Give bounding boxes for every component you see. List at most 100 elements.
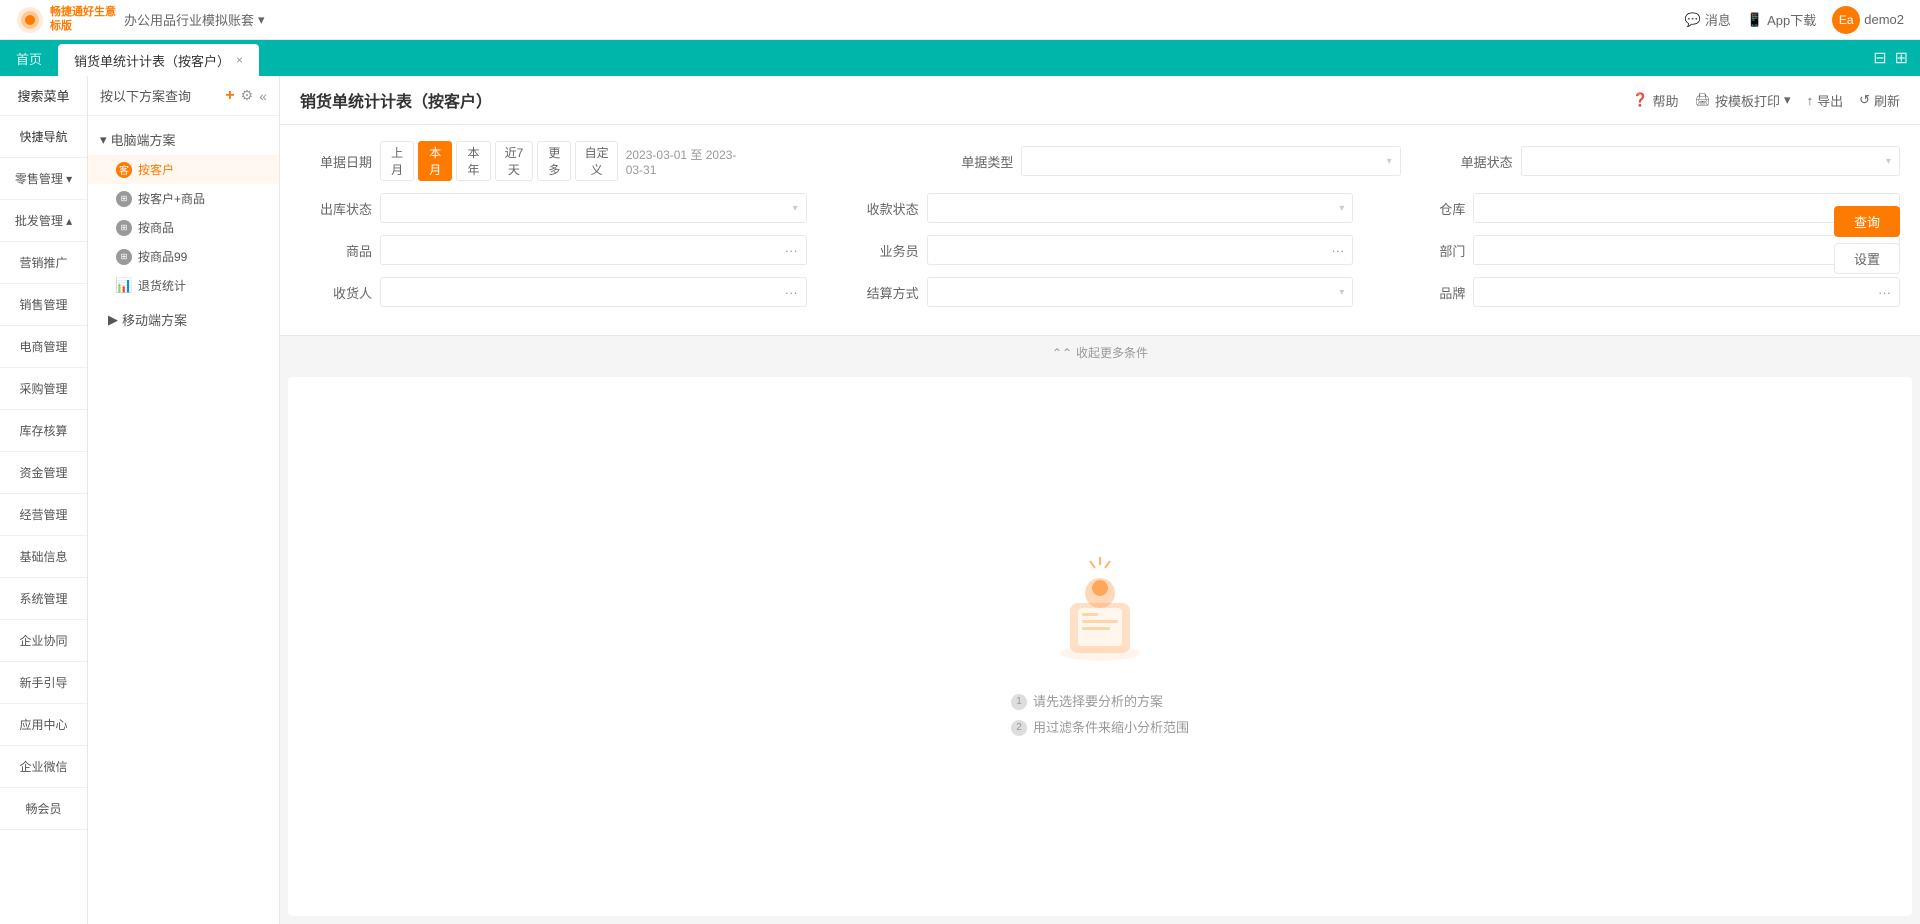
main-content: 销货单统计计表（按客户） ❓ 帮助 🖨 按模板打印 ▾	[280, 76, 1920, 924]
tree-group-desktop-header[interactable]: ▾ 电脑端方案	[88, 124, 279, 155]
tab-minimize-icon[interactable]: ⊟	[1873, 48, 1886, 68]
sidebar-item-member[interactable]: 畅会员	[0, 788, 87, 830]
tree-item-customer[interactable]: 客 按客户	[88, 155, 279, 184]
sidebar-item-sales[interactable]: 销售管理	[0, 284, 87, 326]
collapse-bar[interactable]: ⌃⌃ 收起更多条件	[280, 335, 1920, 369]
settlement-select[interactable]: ▾	[927, 277, 1354, 307]
empty-tip-2: 2 用过滤条件来缩小分析范围	[1011, 715, 1189, 741]
tree-item-return[interactable]: 📊 退货统计	[88, 271, 279, 300]
salesperson-select[interactable]: ···	[927, 235, 1354, 265]
export-btn[interactable]: ↑ 导出	[1807, 91, 1844, 110]
main-layout: 搜索菜单 快捷导航 零售管理 ▾ 批发管理 ▴ 营销推广 销售管理 电商管理 采…	[0, 76, 1920, 924]
print-chevron-icon: ▾	[1784, 92, 1791, 108]
sidebar-item-appstore[interactable]: 应用中心	[0, 704, 87, 746]
tree-item-customer-product[interactable]: ⊞ 按客户+商品	[88, 184, 279, 213]
warehouse-label: 仓库	[1393, 199, 1473, 218]
date-btn-custom[interactable]: 自定义	[575, 141, 617, 181]
product-select[interactable]: ···	[380, 235, 807, 265]
print-btn[interactable]: 🖨 按模板打印 ▾	[1695, 91, 1791, 110]
sidebar-item-wechat[interactable]: 企业微信	[0, 746, 87, 788]
user-menu[interactable]: Ea demo2	[1832, 6, 1904, 34]
order-status-label: 单据状态	[1441, 152, 1521, 171]
tree-item-product99[interactable]: ⊞ 按商品99	[88, 242, 279, 271]
empty-tips: 1 请先选择要分析的方案 2 用过滤条件来缩小分析范围	[1011, 689, 1189, 741]
help-btn[interactable]: ❓ 帮助	[1632, 91, 1678, 110]
app-download-action[interactable]: 📱 App下载	[1747, 10, 1816, 29]
print-icon: 🖨	[1695, 92, 1712, 108]
tree-group-mobile-header[interactable]: ▶ 移动端方案	[88, 304, 279, 335]
empty-illustration	[1040, 553, 1160, 673]
sidebar-item-retail[interactable]: 零售管理 ▾	[0, 158, 87, 200]
sidebar-item-marketing[interactable]: 营销推广	[0, 242, 87, 284]
product-icon: ⊞	[116, 220, 132, 236]
sidebar-item-basic[interactable]: 基础信息	[0, 536, 87, 578]
brand-label: 品牌	[1393, 283, 1473, 302]
sidebar-item-finance[interactable]: 资金管理	[0, 452, 87, 494]
receiver-label: 收货人	[300, 283, 380, 302]
customer-icon: 客	[116, 162, 132, 178]
sidebar-item-newguide[interactable]: 新手引导	[0, 662, 87, 704]
query-button[interactable]: 查询	[1834, 206, 1900, 237]
tree-item-product[interactable]: ⊞ 按商品	[88, 213, 279, 242]
tab-expand-icon[interactable]: ⊞	[1895, 48, 1908, 68]
payment-label: 收款状态	[847, 199, 927, 218]
sidebar-item-quicknav[interactable]: 快捷导航	[0, 116, 87, 158]
return-chart-icon: 📊	[116, 278, 132, 294]
scheme-collapse-icon[interactable]: «	[259, 88, 267, 104]
tree-group-mobile: ▶ 移动端方案	[88, 304, 279, 335]
refresh-btn[interactable]: ↺ 刷新	[1859, 91, 1900, 110]
salesperson-label: 业务员	[847, 241, 927, 260]
query-actions: 查询 设置	[1834, 206, 1900, 274]
message-action[interactable]: 💬 消息	[1685, 10, 1731, 29]
order-status-chevron-icon: ▾	[1886, 156, 1891, 167]
settlement-label: 结算方式	[847, 283, 927, 302]
receiver-dots[interactable]: ···	[785, 285, 798, 300]
scheme-add-icon[interactable]: +	[225, 87, 234, 105]
logo-icon	[16, 6, 44, 34]
product-dots[interactable]: ···	[785, 243, 798, 258]
download-icon: 📱	[1747, 12, 1763, 28]
date-btn-thisyear[interactable]: 本年	[456, 141, 490, 181]
delivery-select[interactable]: ▾	[380, 193, 807, 223]
payment-chevron-icon: ▾	[1339, 203, 1344, 214]
salesperson-dots[interactable]: ···	[1331, 243, 1344, 258]
tab-close-icon[interactable]: ×	[236, 53, 243, 67]
scheme-tree: ▾ 电脑端方案 客 按客户 ⊞ 按客户+商品 ⊞ 按商品	[88, 116, 279, 924]
tab-current[interactable]: 销货单统计计表（按客户） ×	[58, 44, 259, 76]
date-btn-more[interactable]: 更多	[537, 141, 571, 181]
sidebar-item-purchase[interactable]: 采购管理	[0, 368, 87, 410]
sidebar-item-wholesale[interactable]: 批发管理 ▴	[0, 200, 87, 242]
tree-group-desktop: ▾ 电脑端方案 客 按客户 ⊞ 按客户+商品 ⊞ 按商品	[88, 124, 279, 300]
industry-selector[interactable]: 办公用品行业模拟账套 ▾	[124, 10, 265, 29]
filter-area: 单据日期 上月 本月 本年 近7天 更多 自定义 2023-03-01 至 20…	[280, 125, 1920, 335]
sidebar-item-operation[interactable]: 经营管理	[0, 494, 87, 536]
sidebar-item-inventory[interactable]: 库存核算	[0, 410, 87, 452]
date-label: 单据日期	[300, 152, 380, 171]
brand-select[interactable]: ···	[1473, 277, 1900, 307]
settings-button[interactable]: 设置	[1834, 243, 1900, 274]
settlement-chevron-icon: ▾	[1339, 287, 1344, 298]
date-range-text: 2023-03-01 至 2023-03-31	[626, 146, 742, 177]
tab-bar: 首页 销货单统计计表（按客户） × ⊟ ⊞	[0, 40, 1920, 76]
tab-home[interactable]: 首页	[0, 40, 58, 76]
scheme-panel-title: 按以下方案查询	[100, 86, 191, 105]
payment-select[interactable]: ▾	[927, 193, 1354, 223]
sidebar-item-system[interactable]: 系统管理	[0, 578, 87, 620]
filter-row-4: 收货人 ··· 结算方式 ▾ 品牌	[300, 277, 1900, 307]
date-btn-lastmonth[interactable]: 上月	[380, 141, 414, 181]
brand-dots[interactable]: ···	[1878, 285, 1891, 300]
filter-container: 销货单统计计表（按客户） ❓ 帮助 🖨 按模板打印 ▾	[280, 76, 1920, 335]
help-icon: ❓	[1632, 92, 1648, 108]
sidebar-item-search[interactable]: 搜索菜单	[0, 76, 87, 116]
scheme-edit-icon[interactable]: ⚙	[241, 87, 254, 104]
receiver-select[interactable]: ···	[380, 277, 807, 307]
order-type-select[interactable]: ▾	[1021, 146, 1400, 176]
sidebar-item-ecommerce[interactable]: 电商管理	[0, 326, 87, 368]
scheme-panel-actions: + ⚙ «	[225, 87, 267, 105]
order-status-select[interactable]: ▾	[1521, 146, 1900, 176]
date-control: 上月 本月 本年 近7天 更多 自定义 2023-03-01 至 2023-03…	[380, 141, 741, 181]
date-btn-thismonth[interactable]: 本月	[418, 141, 452, 181]
sidebar-item-coop[interactable]: 企业协同	[0, 620, 87, 662]
date-btn-7days[interactable]: 近7天	[495, 141, 534, 181]
order-type-label: 单据类型	[941, 152, 1021, 171]
